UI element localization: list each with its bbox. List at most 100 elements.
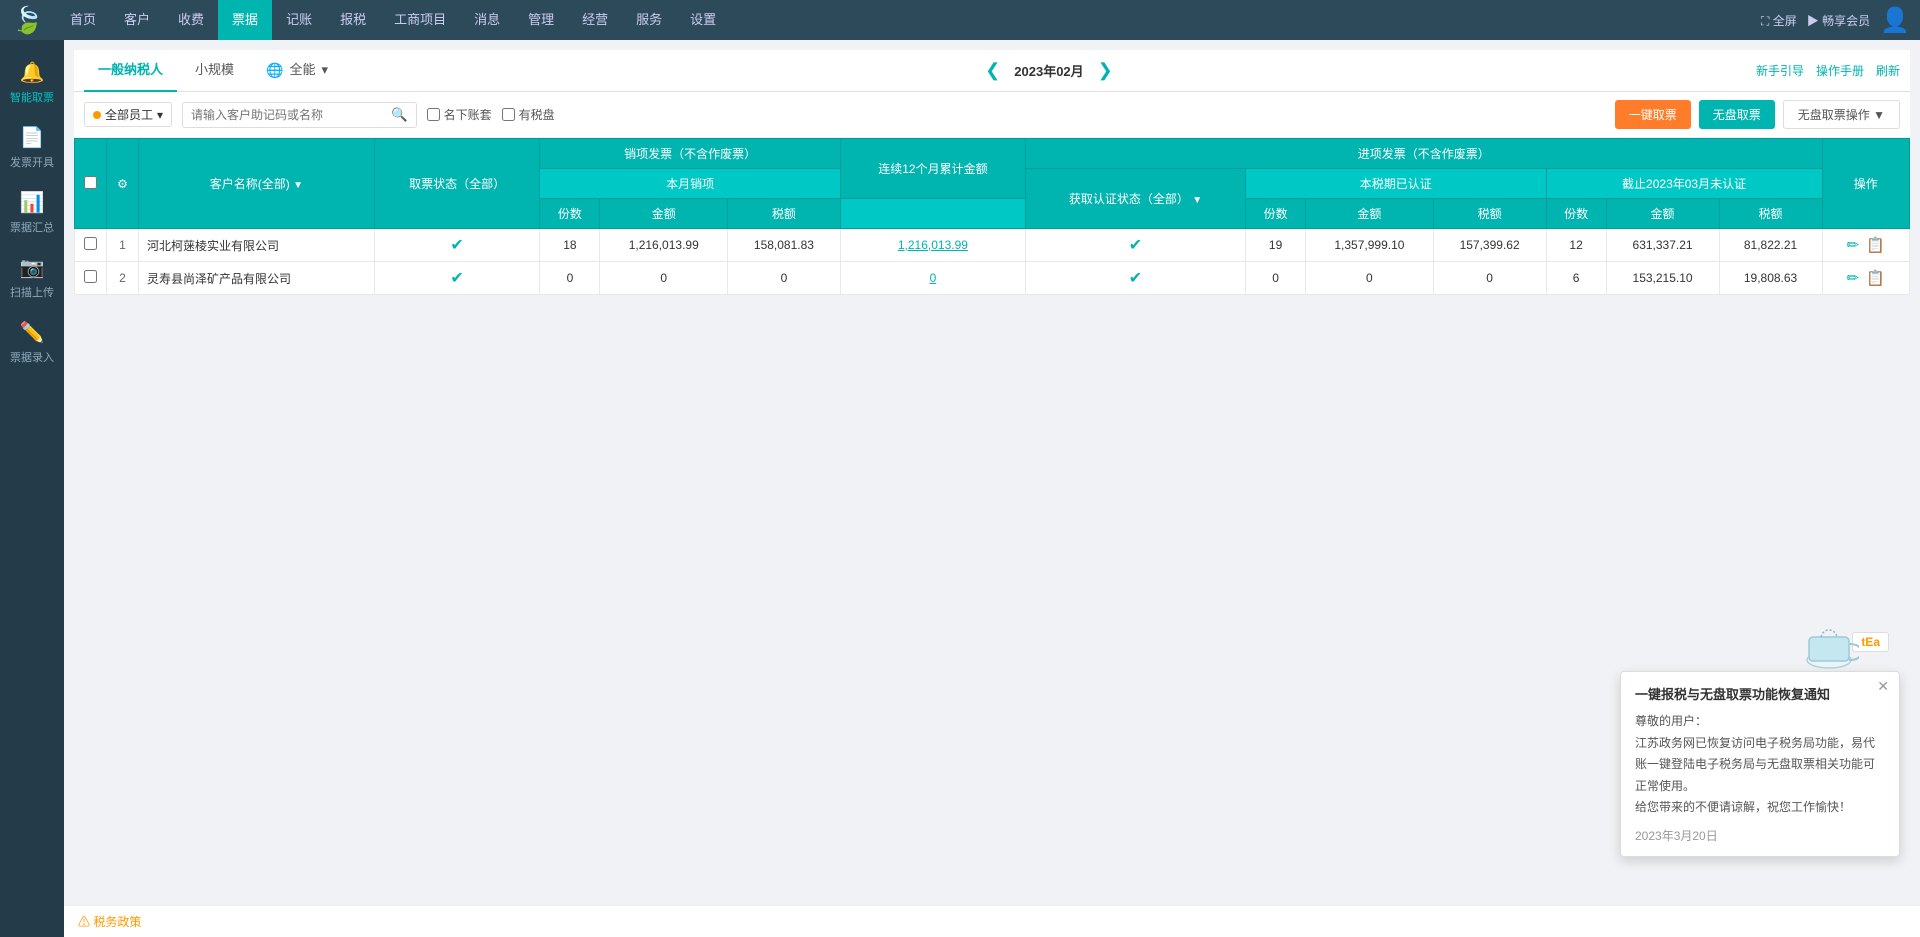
filter-bar-right: 一键取票 无盘取票 无盘取票操作 ▼	[1615, 100, 1900, 129]
one-click-btn[interactable]: 一键取票	[1615, 100, 1691, 129]
tab-all[interactable]: 🌐 全能 ▾	[252, 50, 342, 92]
notification-body[interactable]: 尊敬的用户： 江苏政务网已恢复访问电子税务局功能，易代账一键登陆电子税务局与无盘…	[1635, 711, 1885, 844]
th-verify-status: 获取认证状态（全部） ▼	[1025, 169, 1245, 229]
th-p-tax: 税额	[1433, 199, 1546, 229]
row-p-amount-1: 0	[1306, 262, 1434, 295]
row-check-1[interactable]	[75, 262, 107, 295]
th-u-tax: 税额	[1719, 199, 1822, 229]
check-tax-disk[interactable]: 有税盘	[502, 106, 555, 123]
tab-date-nav: ❮ 2023年02月 ❯	[985, 60, 1113, 81]
avatar[interactable]: 👤	[1880, 6, 1910, 35]
nav-billing[interactable]: 收费	[164, 0, 218, 40]
pencil-icon: ✏️	[20, 320, 45, 345]
row-s-amount-1: 0	[600, 262, 728, 295]
row-verify-0: ✔	[1025, 229, 1245, 262]
edit-icon-1[interactable]: ✏	[1846, 270, 1859, 287]
date-prev-btn[interactable]: ❮	[985, 60, 1000, 81]
document-icon: 📄	[20, 125, 45, 150]
check-account[interactable]: 名下账套	[427, 106, 492, 123]
nav-message[interactable]: 消息	[460, 0, 514, 40]
row-p-amount-0: 1,357,999.10	[1306, 229, 1434, 262]
manual-btn[interactable]: 操作手册	[1816, 62, 1864, 79]
th-u-amount: 金额	[1606, 199, 1719, 229]
edit-icon-0[interactable]: ✏	[1846, 237, 1859, 254]
row-p-tax-1: 0	[1433, 262, 1546, 295]
date-next-btn[interactable]: ❯	[1098, 60, 1113, 81]
notification-close-btn[interactable]: ✕	[1877, 678, 1889, 695]
sidebar-item-smart-ticket[interactable]: 🔔 智能取票	[0, 50, 64, 115]
sidebar-label-invoice-entry: 票据录入	[10, 349, 54, 365]
tab-all-label: 全能	[289, 49, 315, 91]
th-sales-group: 销项发票（不含作废票）	[540, 139, 841, 169]
new-guide-btn[interactable]: 新手引导	[1756, 62, 1804, 79]
th-cumulative-2	[840, 199, 1025, 229]
row-cumulative-0: 1,216,013.99	[840, 229, 1025, 262]
tab-general-taxpayer[interactable]: 一般纳税人	[84, 50, 177, 92]
sidebar-label-invoice-summary: 票据汇总	[10, 219, 54, 235]
check-tax-disk-label: 有税盘	[519, 106, 555, 123]
notification-title: 一键报税与无盘取票功能恢复通知	[1635, 684, 1885, 703]
chart-icon: 📊	[20, 190, 45, 215]
th-s-count: 份数	[540, 199, 600, 229]
row-s-tax-0: 158,081.83	[728, 229, 841, 262]
sidebar-label-smart-ticket: 智能取票	[10, 89, 54, 105]
search-input[interactable]	[183, 104, 383, 126]
check-tax-disk-input[interactable]	[502, 108, 515, 121]
nav-tax[interactable]: 报税	[326, 0, 380, 40]
check-account-label: 名下账套	[444, 106, 492, 123]
nav-accounting[interactable]: 记账	[272, 0, 326, 40]
date-label: 2023年02月	[1014, 61, 1083, 80]
main-table: ⚙ 客户名称(全部) ▼ 取票状态（全部） 销项发票（不含作废票） 连续12个月…	[74, 138, 1910, 295]
row-p-count-1: 0	[1246, 262, 1306, 295]
search-btn[interactable]: 🔍	[383, 103, 416, 127]
row-u-count-1: 6	[1546, 262, 1606, 295]
table-wrapper: ⚙ 客户名称(全部) ▼ 取票状态（全部） 销项发票（不含作废票） 连续12个月…	[74, 138, 1910, 295]
nav-customer[interactable]: 客户	[110, 0, 164, 40]
th-u-count: 份数	[1546, 199, 1606, 229]
nav-home[interactable]: 首页	[56, 0, 110, 40]
th-monthly-sales: 本月销项	[540, 169, 841, 199]
nav-business[interactable]: 工商项目	[380, 0, 460, 40]
member-btn[interactable]: ▶ 畅享会员	[1807, 12, 1870, 29]
sidebar-item-scan-upload[interactable]: 📷 扫描上传	[0, 245, 64, 310]
sidebar-item-invoice-open[interactable]: 📄 发票开具	[0, 115, 64, 180]
tea-cup-icon	[1799, 622, 1859, 672]
no-disk-ops-btn[interactable]: 无盘取票操作 ▼	[1783, 100, 1900, 129]
row-p-tax-0: 157,399.62	[1433, 229, 1546, 262]
row-check-0[interactable]	[75, 229, 107, 262]
nav-invoice[interactable]: 票据	[218, 0, 272, 40]
tax-policy-link[interactable]: ⚠ 税务政策	[78, 913, 141, 930]
nav-operation[interactable]: 经营	[568, 0, 622, 40]
bottom-bar[interactable]: ⚠ 税务政策	[64, 905, 1920, 937]
sidebar-label-scan-upload: 扫描上传	[10, 284, 54, 300]
row-status-1: ✔	[374, 262, 540, 295]
nav-manage[interactable]: 管理	[514, 0, 568, 40]
app-logo: 🍃	[10, 2, 46, 38]
th-cumulative: 连续12个月累计金额	[840, 139, 1025, 199]
fullscreen-btn[interactable]: ⛶ 全屏	[1761, 12, 1797, 29]
th-check	[75, 139, 107, 229]
nav-right: ⛶ 全屏 ▶ 畅享会员 👤	[1761, 6, 1910, 35]
row-status-0: ✔	[374, 229, 540, 262]
row-u-tax-0: 81,822.21	[1719, 229, 1822, 262]
check-account-input[interactable]	[427, 108, 440, 121]
select-all-checkbox[interactable]	[84, 176, 97, 189]
row-u-tax-1: 19,808.63	[1719, 262, 1822, 295]
row-actions-0: ✏ 📋	[1822, 229, 1909, 262]
notification-greeting: 尊敬的用户：	[1635, 714, 1707, 728]
sidebar: 🔔 智能取票 📄 发票开具 📊 票据汇总 📷 扫描上传 ✏️ 票据录入	[0, 40, 64, 937]
refresh-btn[interactable]: 刷新	[1876, 62, 1900, 79]
bell-icon: 🔔	[20, 60, 45, 85]
nav-service[interactable]: 服务	[622, 0, 676, 40]
sidebar-item-invoice-summary[interactable]: 📊 票据汇总	[0, 180, 64, 245]
top-nav: 🍃 首页 客户 收费 票据 记账 报税 工商项目 消息 管理 经营 服务 设置 …	[0, 0, 1920, 40]
sidebar-item-invoice-entry[interactable]: ✏️ 票据录入	[0, 310, 64, 375]
nav-settings[interactable]: 设置	[676, 0, 730, 40]
tab-small-scale[interactable]: 小规模	[181, 50, 248, 92]
no-disk-btn[interactable]: 无盘取票	[1699, 100, 1775, 129]
copy-icon-1[interactable]: 📋	[1866, 270, 1885, 287]
th-p-amount: 金额	[1306, 199, 1434, 229]
tab-all-chevron: ▾	[321, 49, 328, 91]
employee-filter[interactable]: 全部员工 ▾	[84, 102, 172, 127]
copy-icon-0[interactable]: 📋	[1866, 237, 1885, 254]
